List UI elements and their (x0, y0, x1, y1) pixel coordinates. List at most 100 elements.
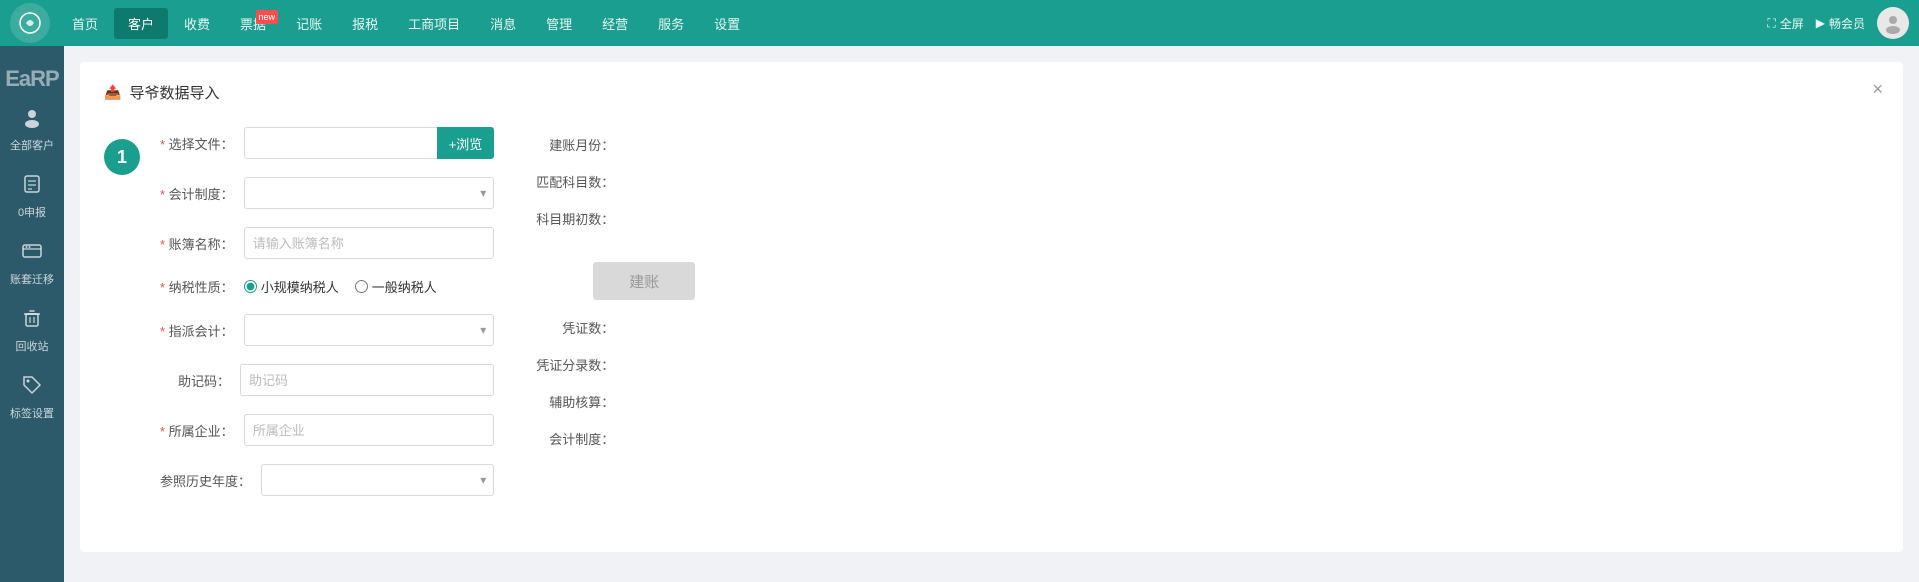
accounting-system-select-wrapper (244, 177, 495, 209)
form-row-tax-type: * 纳税性质： 小规模纳税人 一般纳税人 (160, 277, 494, 296)
form-row-memo-code: 助记码： (160, 364, 494, 396)
select-file-label: * 选择文件： (160, 134, 244, 153)
memo-code-label: 助记码： (160, 371, 240, 390)
nav-item-business[interactable]: 工商项目 (394, 8, 474, 39)
form-row-accountant: * 指派会计： (160, 314, 494, 346)
form-row-ledger-name: * 账簿名称： (160, 227, 494, 259)
voucher-count-label: 凭证数： (534, 318, 624, 337)
fullscreen-button[interactable]: ⛶ 全屏 (1767, 15, 1803, 32)
ref-year-select-wrapper (261, 464, 494, 496)
tax-type-general[interactable]: 一般纳税人 (355, 277, 437, 296)
sidebar-item-migrate[interactable]: 账套迁移 (4, 232, 60, 295)
main-content: 📤 导爷数据导入 × 1 * 选择文件： + (64, 46, 1919, 582)
member-icon: ▶ (1816, 16, 1825, 30)
tax-type-small-label: 小规模纳税人 (261, 277, 339, 296)
top-nav: 首页 客户 收费 票据 new 记账 报税 工商项目 消息 管理 经营 服务 设… (0, 0, 1919, 46)
info-row-voucher-entries: 凭证分录数： (534, 355, 754, 374)
app-logo[interactable] (10, 3, 50, 43)
form-row-file: * 选择文件： +浏览 (160, 127, 494, 159)
dialog-close-button[interactable]: × (1872, 80, 1883, 98)
ref-year-select[interactable] (261, 464, 494, 496)
accounting-system-label: * 会计制度： (160, 184, 244, 203)
company-label: * 所属企业： (160, 421, 244, 440)
file-input[interactable] (244, 127, 437, 159)
nav-right: ⛶ 全屏 ▶ 畅会员 (1767, 7, 1909, 39)
nav-item-customer[interactable]: 客户 (114, 8, 168, 39)
trash-icon (21, 307, 43, 334)
form-row-company: * 所属企业： (160, 414, 494, 446)
accounting-system2-label: 会计制度： (534, 429, 624, 448)
nav-item-manage[interactable]: 管理 (532, 8, 586, 39)
nav-items: 首页 客户 收费 票据 new 记账 报税 工商项目 消息 管理 经营 服务 设… (58, 8, 1767, 39)
member-button[interactable]: ▶ 畅会员 (1816, 15, 1865, 32)
nav-item-operation[interactable]: 经营 (588, 8, 642, 39)
info-row-month: 建账月份： (534, 135, 754, 154)
fullscreen-icon: ⛶ (1767, 16, 1775, 31)
form-right-column: 建账月份： 匹配科目数： 科目期初数： 建账 凭证数： (534, 127, 754, 514)
tax-type-general-radio[interactable] (355, 280, 368, 293)
info-row-voucher-count: 凭证数： (534, 318, 754, 337)
accountant-select[interactable] (244, 314, 495, 346)
migrate-icon (21, 240, 43, 267)
sidebar-item-declare[interactable]: 0申报 (4, 165, 60, 228)
ledger-name-label: * 账簿名称： (160, 234, 244, 253)
nav-item-account[interactable]: 记账 (282, 8, 336, 39)
info-row-accounting-system2: 会计制度： (534, 429, 754, 448)
new-badge: new (256, 10, 279, 24)
tax-type-label: * 纳税性质： (160, 277, 244, 296)
match-accounts-label: 匹配科目数： (534, 172, 624, 191)
nav-item-home[interactable]: 首页 (58, 8, 112, 39)
nav-item-message[interactable]: 消息 (476, 8, 530, 39)
nav-item-tax[interactable]: 报税 (338, 8, 392, 39)
dialog-header: 📤 导爷数据导入 (104, 82, 1879, 103)
nav-item-service[interactable]: 服务 (644, 8, 698, 39)
accounting-system-select[interactable] (244, 177, 495, 209)
dialog-panel: 📤 导爷数据导入 × 1 * 选择文件： + (80, 62, 1903, 552)
auxiliary-label: 辅助核算： (534, 392, 624, 411)
info-row-match-accounts: 匹配科目数： (534, 172, 754, 191)
info-row-period-balance: 科目期初数： (534, 209, 754, 228)
import-icon: 📤 (104, 84, 121, 101)
dialog-title: 导爷数据导入 (129, 82, 219, 103)
declare-icon (21, 173, 43, 200)
browse-button[interactable]: +浏览 (437, 127, 495, 159)
sidebar-item-trash[interactable]: 回收站 (4, 299, 60, 362)
earp-logo-text: EaRP (5, 56, 58, 94)
info-row-auxiliary: 辅助核算： (534, 392, 754, 411)
ledger-name-input[interactable] (244, 227, 495, 259)
sidebar-label-all-customers: 全部客户 (10, 137, 54, 153)
avatar[interactable] (1877, 7, 1909, 39)
tax-type-radio-group: 小规模纳税人 一般纳税人 (244, 277, 495, 296)
sidebar-item-all-customers[interactable]: 全部客户 (4, 98, 60, 161)
company-input[interactable] (244, 414, 495, 446)
sidebar-label-tag: 标签设置 (10, 405, 54, 421)
tax-type-small-radio[interactable] (244, 280, 257, 293)
form-row-ref-year: 参照历史年度： (160, 464, 494, 496)
file-row: +浏览 (244, 127, 495, 159)
accountant-label: * 指派会计： (160, 321, 244, 340)
step-badge: 1 (104, 139, 140, 175)
ref-year-label: 参照历史年度： (160, 471, 261, 490)
tax-type-small[interactable]: 小规模纳税人 (244, 277, 339, 296)
voucher-entries-label: 凭证分录数： (534, 355, 624, 374)
jianzh-button[interactable]: 建账 (593, 262, 695, 300)
all-customers-icon (21, 106, 43, 133)
sidebar-label-trash: 回收站 (16, 338, 49, 354)
period-balance-label: 科目期初数： (534, 209, 624, 228)
form-area: 1 * 选择文件： +浏览 (104, 127, 1879, 514)
memo-code-input[interactable] (240, 364, 494, 396)
sidebar-label-migrate: 账套迁移 (10, 271, 54, 287)
tag-icon (21, 374, 43, 401)
nav-item-fee[interactable]: 收费 (170, 8, 224, 39)
sidebar-label-declare: 0申报 (18, 204, 46, 220)
nav-item-invoice[interactable]: 票据 new (226, 8, 280, 39)
form-row-accounting-system: * 会计制度： (160, 177, 494, 209)
form-left: 1 * 选择文件： +浏览 (104, 127, 494, 514)
accountant-select-wrapper (244, 314, 495, 346)
sidebar-item-tag[interactable]: 标签设置 (4, 366, 60, 429)
sidebar: EaRP 全部客户 0申报 (0, 46, 64, 582)
tax-type-general-label: 一般纳税人 (372, 277, 437, 296)
nav-item-settings[interactable]: 设置 (700, 8, 754, 39)
form-main-column: * 选择文件： +浏览 * 会计制度： (160, 127, 494, 514)
month-label: 建账月份： (534, 135, 624, 154)
